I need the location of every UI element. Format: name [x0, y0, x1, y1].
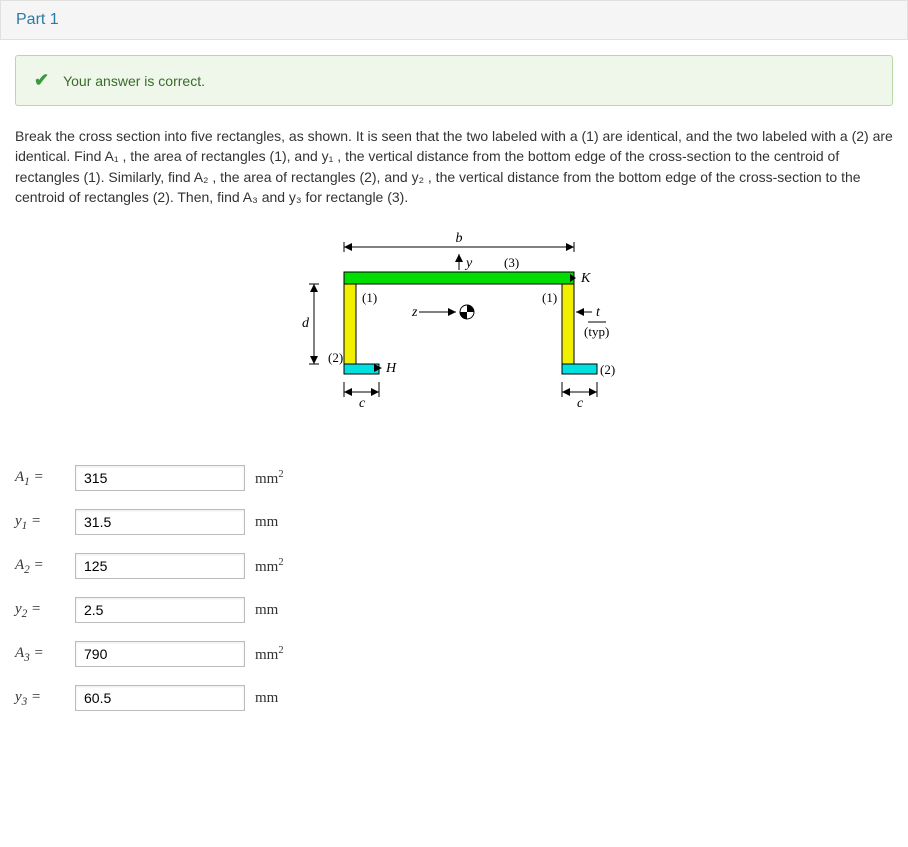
- feedback-correct: ✔ Your answer is correct.: [15, 55, 893, 106]
- problem-statement: Break the cross section into five rectan…: [15, 126, 893, 207]
- label-c-right: c: [577, 396, 584, 411]
- label-t: t: [596, 305, 601, 320]
- answer-input-y1[interactable]: [75, 509, 245, 535]
- label-2-left: (2): [328, 350, 343, 365]
- answer-row-y1: y1 = mm: [15, 509, 893, 535]
- problem-text-body: Break the cross section into five rectan…: [15, 128, 893, 205]
- label-y: y: [464, 256, 473, 271]
- answer-label: A3 =: [15, 645, 75, 664]
- answers-block: A1 = mm2 y1 = mm A2 = mm2 y2 = mm A3 = m…: [15, 465, 893, 711]
- label-z: z: [411, 305, 418, 320]
- answer-unit: mm: [255, 690, 278, 707]
- answer-input-A1[interactable]: [75, 465, 245, 491]
- label-1-right: (1): [542, 290, 557, 305]
- label-K: K: [580, 271, 591, 286]
- answer-input-A2[interactable]: [75, 553, 245, 579]
- part-header: Part 1: [0, 0, 908, 40]
- part-title: Part 1: [16, 11, 59, 28]
- answer-unit: mm2: [255, 469, 284, 488]
- answer-input-y3[interactable]: [75, 685, 245, 711]
- cross-section-diagram: b (3) K y (1) (1) d (2): [244, 232, 664, 432]
- answer-unit: mm: [255, 514, 278, 531]
- answer-label: y2 =: [15, 601, 75, 620]
- diagram-container: b (3) K y (1) (1) d (2): [15, 232, 893, 435]
- answer-row-y2: y2 = mm: [15, 597, 893, 623]
- check-icon: ✔: [34, 70, 49, 91]
- answer-input-A3[interactable]: [75, 641, 245, 667]
- answer-unit: mm2: [255, 645, 284, 664]
- label-H: H: [385, 361, 397, 376]
- answer-label: y3 =: [15, 689, 75, 708]
- answer-label: A1 =: [15, 469, 75, 488]
- label-c-left: c: [359, 396, 366, 411]
- answer-input-y2[interactable]: [75, 597, 245, 623]
- answer-row-A3: A3 = mm2: [15, 641, 893, 667]
- label-typ: (typ): [584, 324, 609, 339]
- label-d: d: [302, 316, 310, 331]
- answer-unit: mm2: [255, 557, 284, 576]
- label-3: (3): [504, 255, 519, 270]
- answer-row-A1: A1 = mm2: [15, 465, 893, 491]
- label-2-right: (2): [600, 362, 615, 377]
- answer-label: y1 =: [15, 513, 75, 532]
- answer-row-y3: y3 = mm: [15, 685, 893, 711]
- content-area: ✔ Your answer is correct. Break the cros…: [0, 40, 908, 744]
- answer-unit: mm: [255, 602, 278, 619]
- feedback-text: Your answer is correct.: [63, 73, 205, 89]
- answer-label: A2 =: [15, 557, 75, 576]
- label-1-left: (1): [362, 290, 377, 305]
- answer-row-A2: A2 = mm2: [15, 553, 893, 579]
- label-b: b: [456, 232, 463, 246]
